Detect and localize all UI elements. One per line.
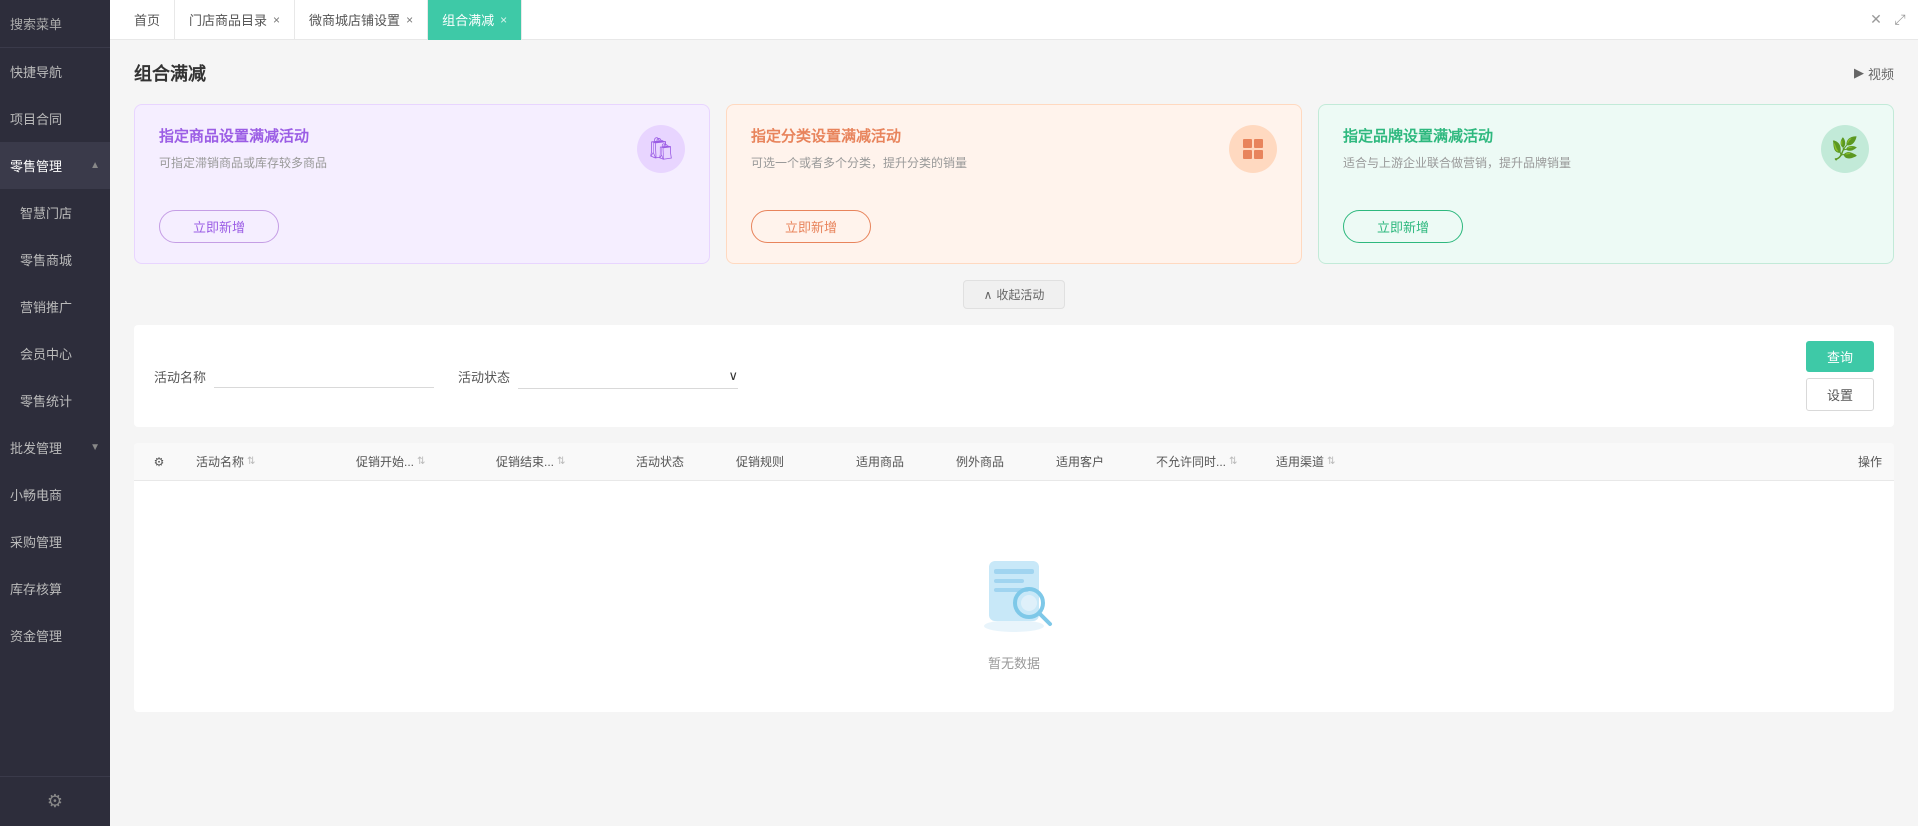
empty-state: 暂无数据	[134, 481, 1894, 712]
sort-icon-channel: ⇅	[1327, 456, 1335, 467]
card-category-add-button[interactable]: 立即新增	[751, 210, 871, 243]
th-conflict[interactable]: 不允许同时... ⇅	[1144, 453, 1264, 470]
filter-status-field: 活动状态 ∨	[458, 364, 738, 389]
tab-combo-discount[interactable]: 组合满减 ×	[428, 0, 522, 40]
table-area: ⚙ 活动名称 ⇅ 促销开始... ⇅ 促销结束... ⇅ 活动状态	[134, 443, 1894, 712]
sort-icon-name: ⇅	[247, 456, 255, 467]
maximize-button[interactable]: ⤢	[1892, 12, 1908, 28]
sidebar-item-retail-stats[interactable]: 零售统计	[0, 377, 110, 424]
filter-name-label: 活动名称	[154, 367, 206, 386]
sidebar-item-inventory[interactable]: 库存核算	[0, 565, 110, 612]
gear-icon: ⚙	[154, 455, 165, 469]
sort-icon-start: ⇅	[417, 456, 425, 467]
th-start[interactable]: 促销开始... ⇅	[344, 453, 484, 470]
tab-bar: 首页 门店商品目录 × 微商城店铺设置 × 组合满减 × ✕ ⤢	[110, 0, 1918, 40]
tab-store-catalog[interactable]: 门店商品目录 ×	[175, 0, 295, 40]
sidebar-item-retail-mgmt[interactable]: 零售管理 ▲	[0, 142, 110, 189]
sort-icon-end: ⇅	[557, 456, 565, 467]
tab-wechat-store[interactable]: 微商城店铺设置 ×	[295, 0, 428, 40]
sidebar-item-marketing[interactable]: 营销推广	[0, 283, 110, 330]
card-brand-desc: 适合与上游企业联合做营销，提升品牌销量	[1343, 154, 1869, 194]
card-category-desc: 可选一个或者多个分类，提升分类的销量	[751, 154, 1277, 194]
th-gear[interactable]: ⚙	[134, 455, 184, 469]
tab-home[interactable]: 首页	[120, 0, 175, 40]
filter-status-select[interactable]: ∨	[518, 364, 738, 389]
sidebar-bottom: ⚙	[0, 776, 110, 826]
th-channel[interactable]: 适用渠道 ⇅	[1264, 453, 1384, 470]
video-button[interactable]: ▶ 视频	[1854, 64, 1894, 83]
page-header: 组合满减 ▶ 视频	[134, 60, 1894, 86]
sidebar-item-wholesale-mgmt[interactable]: 批发管理 ▼	[0, 424, 110, 471]
chevron-up-icon: ∧	[984, 288, 993, 302]
page-content: 组合满减 ▶ 视频 指定商品设置满减活动 🛍 可指定滞销商品或库存较多商品 立即…	[110, 40, 1918, 826]
filter-actions: 查询 设置	[1806, 341, 1874, 411]
card-goods-icon: 🛍	[637, 125, 685, 173]
th-op: 操作	[1384, 453, 1894, 470]
empty-text: 暂无数据	[988, 653, 1040, 672]
page-title: 组合满减	[134, 60, 206, 86]
close-button[interactable]: ✕	[1868, 12, 1884, 28]
card-category-title: 指定分类设置满减活动	[751, 125, 1277, 146]
filter-status-label: 活动状态	[458, 367, 510, 386]
sidebar-item-project-contract[interactable]: 项目合同	[0, 95, 110, 142]
card-goods-add-button[interactable]: 立即新增	[159, 210, 279, 243]
sidebar-item-member-center[interactable]: 会员中心	[0, 330, 110, 377]
card-brand-title: 指定品牌设置满减活动	[1343, 125, 1869, 146]
chevron-down-icon: ∨	[729, 368, 739, 384]
sidebar-item-xiaochang[interactable]: 小畅电商	[0, 471, 110, 518]
filter-name-field: 活动名称	[154, 364, 434, 388]
th-name[interactable]: 活动名称 ⇅	[184, 453, 344, 470]
th-customer: 适用客户	[1044, 453, 1144, 470]
window-controls: ✕ ⤢	[1868, 12, 1908, 28]
search-menu-label: 搜索菜单	[10, 17, 62, 32]
activity-card-goods: 指定商品设置满减活动 🛍 可指定滞销商品或库存较多商品 立即新增	[134, 104, 710, 264]
th-goods: 适用商品	[844, 453, 944, 470]
query-button[interactable]: 查询	[1806, 341, 1874, 372]
collapse-button[interactable]: ∧ 收起活动	[963, 280, 1066, 309]
card-brand-icon: 🌿	[1821, 125, 1869, 173]
filter-area: 活动名称 活动状态 ∨ 查询 设置	[134, 325, 1894, 427]
activity-cards: 指定商品设置满减活动 🛍 可指定滞销商品或库存较多商品 立即新增 指定分类设置满…	[134, 104, 1894, 264]
sidebar: 搜索菜单 快捷导航 项目合同 零售管理 ▲ 智慧门店 零售商城 营销推广 会员中…	[0, 0, 110, 826]
th-rule: 促销规则	[724, 453, 844, 470]
sidebar-item-purchase-mgmt[interactable]: 采购管理	[0, 518, 110, 565]
sidebar-item-smart-store[interactable]: 智慧门店	[0, 189, 110, 236]
sidebar-item-retail-mall[interactable]: 零售商城	[0, 236, 110, 283]
card-category-icon	[1229, 125, 1277, 173]
card-goods-title: 指定商品设置满减活动	[159, 125, 685, 146]
sort-icon-conflict: ⇅	[1229, 456, 1237, 467]
setting-button[interactable]: 设置	[1806, 378, 1874, 411]
chevron-down-icon: ▼	[90, 442, 100, 453]
filter-name-input[interactable]	[214, 364, 434, 388]
activity-card-category: 指定分类设置满减活动 可选一个或者多个分类，提升分类的销量 立即新增	[726, 104, 1302, 264]
play-icon: ▶	[1854, 65, 1864, 81]
sidebar-search[interactable]: 搜索菜单	[0, 0, 110, 48]
card-brand-add-button[interactable]: 立即新增	[1343, 210, 1463, 243]
main-area: 首页 门店商品目录 × 微商城店铺设置 × 组合满减 × ✕ ⤢ 组合满减 ▶ …	[110, 0, 1918, 826]
tab-close-store-catalog[interactable]: ×	[273, 13, 280, 27]
th-status: 活动状态	[624, 453, 724, 470]
sidebar-item-quick-nav[interactable]: 快捷导航	[0, 48, 110, 95]
tab-close-wechat-store[interactable]: ×	[406, 13, 413, 27]
collapse-bar: ∧ 收起活动	[134, 280, 1894, 309]
activity-card-brand: 指定品牌设置满减活动 🌿 适合与上游企业联合做营销，提升品牌销量 立即新增	[1318, 104, 1894, 264]
sidebar-item-finance[interactable]: 资金管理	[0, 612, 110, 659]
th-end[interactable]: 促销结束... ⇅	[484, 453, 624, 470]
card-goods-desc: 可指定滞销商品或库存较多商品	[159, 154, 685, 194]
settings-icon[interactable]: ⚙	[47, 791, 63, 812]
table-header: ⚙ 活动名称 ⇅ 促销开始... ⇅ 促销结束... ⇅ 活动状态	[134, 443, 1894, 481]
tab-close-combo-discount[interactable]: ×	[500, 13, 507, 27]
th-except: 例外商品	[944, 453, 1044, 470]
empty-illustration	[964, 541, 1064, 641]
chevron-up-icon: ▲	[90, 160, 100, 171]
